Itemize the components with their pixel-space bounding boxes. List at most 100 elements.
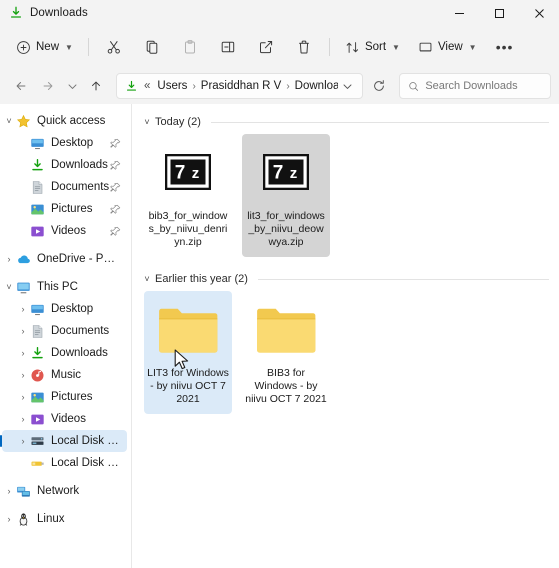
minimize-button[interactable] [439,0,479,26]
up-button[interactable] [83,73,109,99]
rename-button[interactable] [210,32,246,62]
chevron-down-icon[interactable]: ˅ [2,116,16,126]
desktop-icon [30,136,45,151]
sidebar-item-downloads[interactable]: › Downloads [2,342,127,364]
chevron-right-icon[interactable]: › [16,326,30,336]
pin-icon[interactable] [110,160,121,171]
music-icon [30,368,45,383]
more-options-button[interactable]: ••• [487,32,523,62]
breadcrumb[interactable]: « Users › Prasiddhan R V › Downloads [116,73,363,99]
group-divider [210,121,549,123]
folder-item[interactable]: LIT3 for Windows - by niivu OCT 7 2021 [144,291,232,414]
pin-icon[interactable] [110,182,121,193]
new-button-label: New [36,41,60,53]
sidebar-item-videos[interactable]: Videos [2,220,127,242]
sidebar-item-documents[interactable]: › Documents [2,320,127,342]
downloads-icon [30,158,45,173]
chevron-down-icon[interactable]: ˅ [140,274,154,284]
usbdrive-icon [30,456,45,471]
item-label: lit3_for_windows_by_niivu_deowwya.zip [247,210,325,248]
view-button[interactable]: View ▼ [410,32,485,62]
thispc-icon [16,280,31,295]
window-title: Downloads [30,7,88,19]
folder-item[interactable]: BIB3 for Windows - by niivu OCT 7 2021 [242,291,330,414]
chevron-right-icon[interactable]: › [16,414,30,424]
sidebar-item-quick-access[interactable]: ˅ Quick access [2,110,127,132]
chevron-right-icon[interactable]: › [2,514,16,524]
back-button[interactable] [8,73,34,99]
chevron-right-icon[interactable]: › [16,304,30,314]
videos-icon [30,224,45,239]
share-icon [259,41,273,54]
item-label: bib3_for_windows_by_niivu_denriyn.zip [148,210,228,248]
share-button[interactable] [248,32,284,62]
sort-button[interactable]: Sort ▼ [337,32,408,62]
sidebar-item-pictures[interactable]: › Pictures [2,386,127,408]
chevron-down-icon: ▼ [392,42,400,52]
sidebar-item-pictures[interactable]: Pictures [2,198,127,220]
sidebar-item-label: Downloads [51,347,108,359]
close-button[interactable] [519,0,559,26]
sidebar-item-downloads[interactable]: Downloads [2,154,127,176]
linux-icon [16,512,31,527]
breadcrumb-item-downloads[interactable]: Downloads [292,78,338,94]
breadcrumb-dropdown-button[interactable] [338,75,358,97]
sidebar-item-desktop[interactable]: › Desktop [2,298,127,320]
sort-icon [346,41,358,53]
plus-circle-icon [17,40,30,54]
pin-icon[interactable] [110,204,121,215]
paste-icon [184,40,195,54]
sidebar-item-label: This PC [37,281,78,293]
recent-locations-button[interactable] [62,73,82,99]
chevron-right-icon[interactable]: › [16,392,30,402]
breadcrumb-item-users[interactable]: Users [154,78,190,94]
sidebar-item-this-pc[interactable]: ˅ This PC [2,276,127,298]
delete-button[interactable] [286,32,322,62]
breadcrumb-item-user[interactable]: Prasiddhan R V [198,78,285,94]
group-header[interactable]: ˅ Today (2) [140,112,559,132]
toolbar-separator [328,38,330,56]
breadcrumb-overflow[interactable]: « [144,80,150,92]
file-item[interactable]: 7 z bib3_for_windows_by_niivu_denriyn.zip [144,134,232,257]
chevron-right-icon[interactable]: › [2,486,16,496]
chevron-right-icon[interactable]: › [16,370,30,380]
file-item[interactable]: 7 z lit3_for_windows_by_niivu_deowwya.zip [242,134,330,257]
forward-button[interactable] [35,73,61,99]
sidebar-item-label: Local Disk (D:) [51,457,121,469]
chevron-right-icon[interactable]: › [16,348,30,358]
maximize-button[interactable] [479,0,519,26]
sidebar-item-linux[interactable]: › Linux [2,508,127,530]
chevron-right-icon[interactable]: › [2,254,16,264]
file-explorer-window: Downloads New ▼ Sort ▼ View ▼ ••• « User… [0,0,559,568]
sidebar-item-network[interactable]: › Network [2,480,127,502]
refresh-button[interactable] [366,73,392,99]
paste-button[interactable] [172,32,208,62]
sidebar-item-videos[interactable]: › Videos [2,408,127,430]
arrow-left-icon [16,82,26,90]
group-header[interactable]: ˅ Earlier this year (2) [140,269,559,289]
new-button[interactable]: New ▼ [8,32,81,62]
copy-button[interactable] [134,32,170,62]
breadcrumb-separator[interactable]: › [192,81,195,92]
sidebar-item-label: Pictures [51,203,93,215]
cut-button[interactable] [96,32,132,62]
documents-icon [30,180,45,195]
sidebar-item-local-disk-c[interactable]: › Local Disk (C:) [0,430,127,452]
search-input[interactable] [425,80,542,92]
pin-icon[interactable] [110,138,121,149]
sidebar-item-music[interactable]: › Music [2,364,127,386]
chevron-down-icon[interactable]: ˅ [140,117,154,127]
downloads-icon [9,6,23,20]
sidebar-item-onedrive-personal[interactable]: › OneDrive - Personal [2,248,127,270]
sidebar-item-label: Documents [51,181,110,193]
chevron-right-icon[interactable]: › [16,436,30,446]
arrow-up-icon [92,81,100,91]
sidebar-item-local-disk-d[interactable]: Local Disk (D:) [2,452,127,474]
videos-icon [30,412,45,427]
chevron-down-icon[interactable]: ˅ [2,282,16,292]
pin-icon[interactable] [110,226,121,237]
search-box[interactable] [399,73,551,99]
breadcrumb-separator[interactable]: › [286,81,289,92]
sidebar-item-documents[interactable]: Documents [2,176,127,198]
sidebar-item-desktop[interactable]: Desktop [2,132,127,154]
